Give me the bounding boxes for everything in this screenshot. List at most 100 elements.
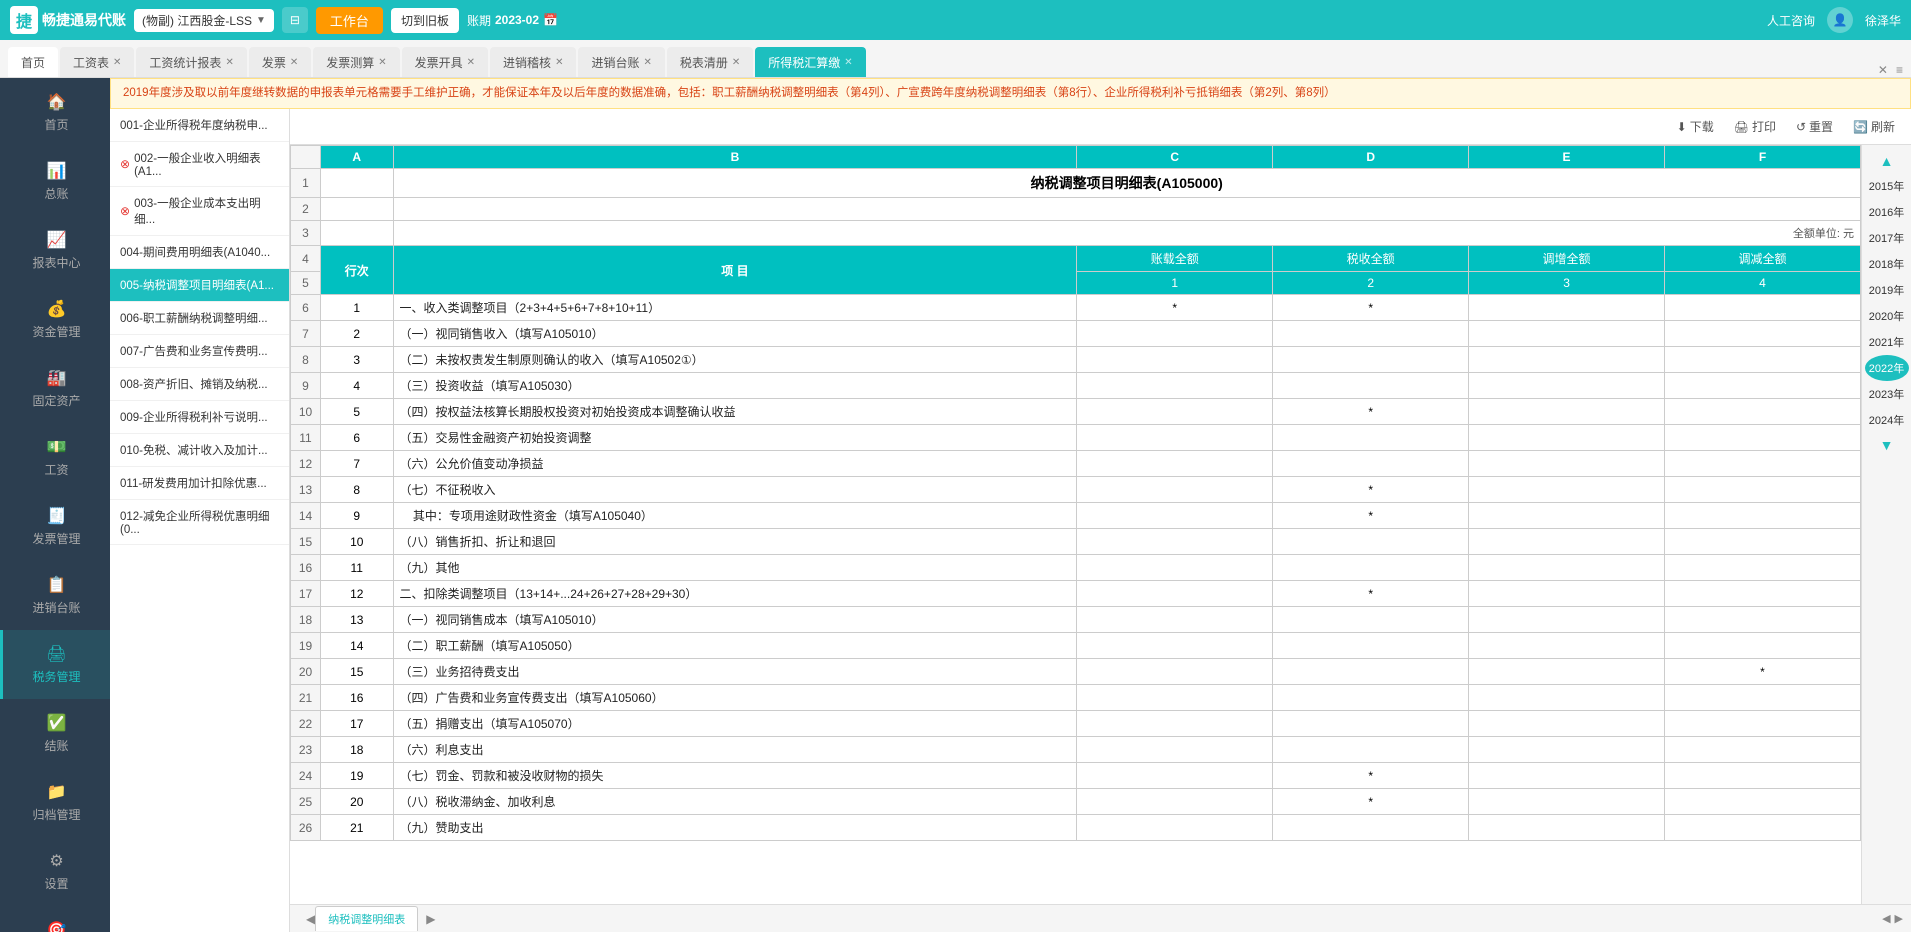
table-row: 8 3 （二）未按权责发生制原则确认的收入（填写A10502①） <box>291 347 1861 373</box>
sidebar-item-payroll[interactable]: 💵 工资 <box>0 423 110 492</box>
left-panel-item-008[interactable]: 008-资产折旧、摊销及纳税... <box>110 368 289 401</box>
year-2024[interactable]: 2024年 <box>1865 407 1909 433</box>
print-icon: 🖨 <box>1734 120 1749 134</box>
tab-home[interactable]: 首页 <box>8 47 58 77</box>
year-2015[interactable]: 2015年 <box>1865 173 1909 199</box>
year-2017[interactable]: 2017年 <box>1865 225 1909 251</box>
tab-invoice-calc[interactable]: 发票测算 ✕ <box>313 47 399 77</box>
tab-invoice-issue[interactable]: 发票开具 ✕ <box>402 47 488 77</box>
year-down-arrow[interactable]: ▼ <box>1876 433 1898 457</box>
scroll-left-icon[interactable]: ◀ <box>1882 912 1890 925</box>
sidebar-item-home[interactable]: 🏠 首页 <box>0 78 110 147</box>
sidebar-item-tax-mgmt[interactable]: 🖨 税务管理 <box>0 630 110 699</box>
sidebar-item-asset-mgmt[interactable]: 💰 资金管理 <box>0 285 110 354</box>
tab-purchase-ledger[interactable]: 进销台账 ✕ <box>578 47 664 77</box>
left-panel-item-001[interactable]: 001-企业所得税年度纳税申... <box>110 109 289 142</box>
table-row: 11 6 （五）交易性金融资产初始投资调整 <box>291 425 1861 451</box>
left-panel-item-009[interactable]: 009-企业所得税利补亏说明... <box>110 401 289 434</box>
sidebar-item-label: 进销台账 <box>32 599 80 616</box>
workbench-button[interactable]: 工作台 <box>316 7 383 34</box>
sidebar-item-settlement[interactable]: ✅ 结账 <box>0 699 110 768</box>
year-up-arrow[interactable]: ▲ <box>1876 149 1898 173</box>
tab-purchase-check[interactable]: 进销稽核 ✕ <box>490 47 576 77</box>
left-panel-item-004[interactable]: 004-期间费用明细表(A1040... <box>110 236 289 269</box>
close-icon[interactable]: ✕ <box>555 57 563 68</box>
download-button[interactable]: ⬇ 下载 <box>1671 115 1720 138</box>
left-panel-item-007[interactable]: 007-广告费和业务宣传费明... <box>110 335 289 368</box>
close-icon[interactable]: ✕ <box>643 57 651 68</box>
col-E: E <box>1469 146 1665 169</box>
reset-button[interactable]: ↺ 重置 <box>1790 115 1839 138</box>
bottom-tabs: ◀ 纳税调整明细表 ▶ ◀ ▶ <box>290 904 1911 932</box>
left-panel-item-012[interactable]: 012-减免企业所得税优惠明细(0... <box>110 500 289 545</box>
year-2022[interactable]: 2022年 <box>1865 355 1909 381</box>
company-selector[interactable]: (物副) 江西股金-LSS ▼ <box>134 9 274 32</box>
calendar-icon[interactable]: 📅 <box>543 13 558 27</box>
reset-icon: ↺ <box>1796 120 1806 134</box>
close-icon[interactable]: ✕ <box>290 57 298 68</box>
tab-income-tax[interactable]: 所得税汇算缴 ✕ <box>755 47 865 77</box>
table-row: 12 7 （六）公允价值变动净损益 <box>291 451 1861 477</box>
bottom-scroll-left[interactable]: ◀ <box>306 912 315 926</box>
col-xiangmu: 项 目 <box>393 246 1077 295</box>
switch-button[interactable]: 切到旧板 <box>391 8 459 33</box>
close-icon[interactable]: ✕ <box>844 57 852 68</box>
sidebar-item-label: 结账 <box>44 737 68 754</box>
sidebar-item-label: 资金管理 <box>32 323 80 340</box>
close-icon[interactable]: ✕ <box>467 57 475 68</box>
sidebar-item-archive-mgmt[interactable]: 📁 归档管理 <box>0 768 110 837</box>
table-row: 14 9 其中：专项用途财政性资金（填写A105040） * <box>291 503 1861 529</box>
year-2019[interactable]: 2019年 <box>1865 277 1909 303</box>
tab-tax-list[interactable]: 税表清册 ✕ <box>667 47 753 77</box>
col-rownum <box>291 146 321 169</box>
close-icon[interactable]: ✕ <box>225 57 233 68</box>
left-panel-item-010[interactable]: 010-免税、减计收入及加计... <box>110 434 289 467</box>
bottom-scroll-right[interactable]: ▶ <box>426 912 435 926</box>
close-icon[interactable]: ✕ <box>113 57 121 68</box>
tab-payroll-report[interactable]: 工资统计报表 ✕ <box>136 47 246 77</box>
table-row: 19 14 （二）职工薪酬（填写A105050） <box>291 633 1861 659</box>
sidebar-item-fixed-assets[interactable]: 🏭 固定资产 <box>0 354 110 423</box>
col-C: C <box>1077 146 1273 169</box>
year-panel: ▲ 2015年 2016年 2017年 2018年 2019年 2020年 20… <box>1861 145 1911 904</box>
copy-icon[interactable]: ⊟ <box>282 7 308 33</box>
sidebar-item-general-ledger[interactable]: 📊 总账 <box>0 147 110 216</box>
left-panel-item-002[interactable]: ⊗ 002-一般企业收入明细表(A1... <box>110 142 289 187</box>
spreadsheet-container: A B C D E F <box>290 145 1861 904</box>
sidebar-item-settings[interactable]: ⚙ 设置 <box>0 837 110 906</box>
menu-icon[interactable]: ≡ <box>1896 63 1903 77</box>
refresh-button[interactable]: 🔄 刷新 <box>1847 115 1901 138</box>
table-row: 24 19 （七）罚金、罚款和被没收财物的损失 * <box>291 763 1861 789</box>
left-panel-item-003[interactable]: ⊗ 003-一般企业成本支出明细... <box>110 187 289 236</box>
year-2020[interactable]: 2020年 <box>1865 303 1909 329</box>
table-row: 13 8 （七）不征税收入 * <box>291 477 1861 503</box>
tab-payroll[interactable]: 工资表 ✕ <box>60 47 134 77</box>
col-D: D <box>1273 146 1469 169</box>
logo-icon: 捷 <box>10 6 38 34</box>
close-all-icon[interactable]: ✕ <box>1878 63 1888 77</box>
sidebar-item-invoice-mgmt[interactable]: 🧾 发票管理 <box>0 492 110 561</box>
col-hang: 行次 <box>321 246 394 295</box>
col-tiaojian: 调减全额 <box>1665 246 1861 272</box>
year-2023[interactable]: 2023年 <box>1865 381 1909 407</box>
sidebar-item-report-center[interactable]: 📈 报表中心 <box>0 216 110 285</box>
year-2021[interactable]: 2021年 <box>1865 329 1909 355</box>
sidebar-item-guide[interactable]: 🎯 新手引导 <box>0 906 110 932</box>
sidebar-item-label: 固定资产 <box>32 392 80 409</box>
invoice-icon: 🧾 <box>47 506 67 526</box>
sidebar-item-purchase-sales[interactable]: 📋 进销台账 <box>0 561 110 630</box>
close-icon[interactable]: ✕ <box>732 57 740 68</box>
nav-tabs: 首页 工资表 ✕ 工资统计报表 ✕ 发票 ✕ 发票测算 ✕ 发票开具 ✕ 进销稽… <box>0 40 1911 78</box>
left-panel-item-006[interactable]: 006-职工薪酬纳税调整明细... <box>110 302 289 335</box>
bottom-tab-adjust[interactable]: 纳税调整明细表 <box>315 906 418 931</box>
left-panel-item-005[interactable]: 005-纳税调整项目明细表(A1... <box>110 269 289 302</box>
sidebar: 🏠 首页 📊 总账 📈 报表中心 💰 资金管理 🏭 固定资产 💵 工资 🧾 发票… <box>0 78 110 932</box>
year-2016[interactable]: 2016年 <box>1865 199 1909 225</box>
close-icon[interactable]: ✕ <box>378 57 386 68</box>
left-panel-item-011[interactable]: 011-研发费用加计扣除优惠... <box>110 467 289 500</box>
tab-invoice[interactable]: 发票 ✕ <box>249 47 311 77</box>
year-2018[interactable]: 2018年 <box>1865 251 1909 277</box>
print-button[interactable]: 🖨 打印 <box>1728 115 1782 138</box>
support-link[interactable]: 人工咨询 <box>1767 12 1815 29</box>
scroll-right-icon[interactable]: ▶ <box>1895 912 1903 925</box>
